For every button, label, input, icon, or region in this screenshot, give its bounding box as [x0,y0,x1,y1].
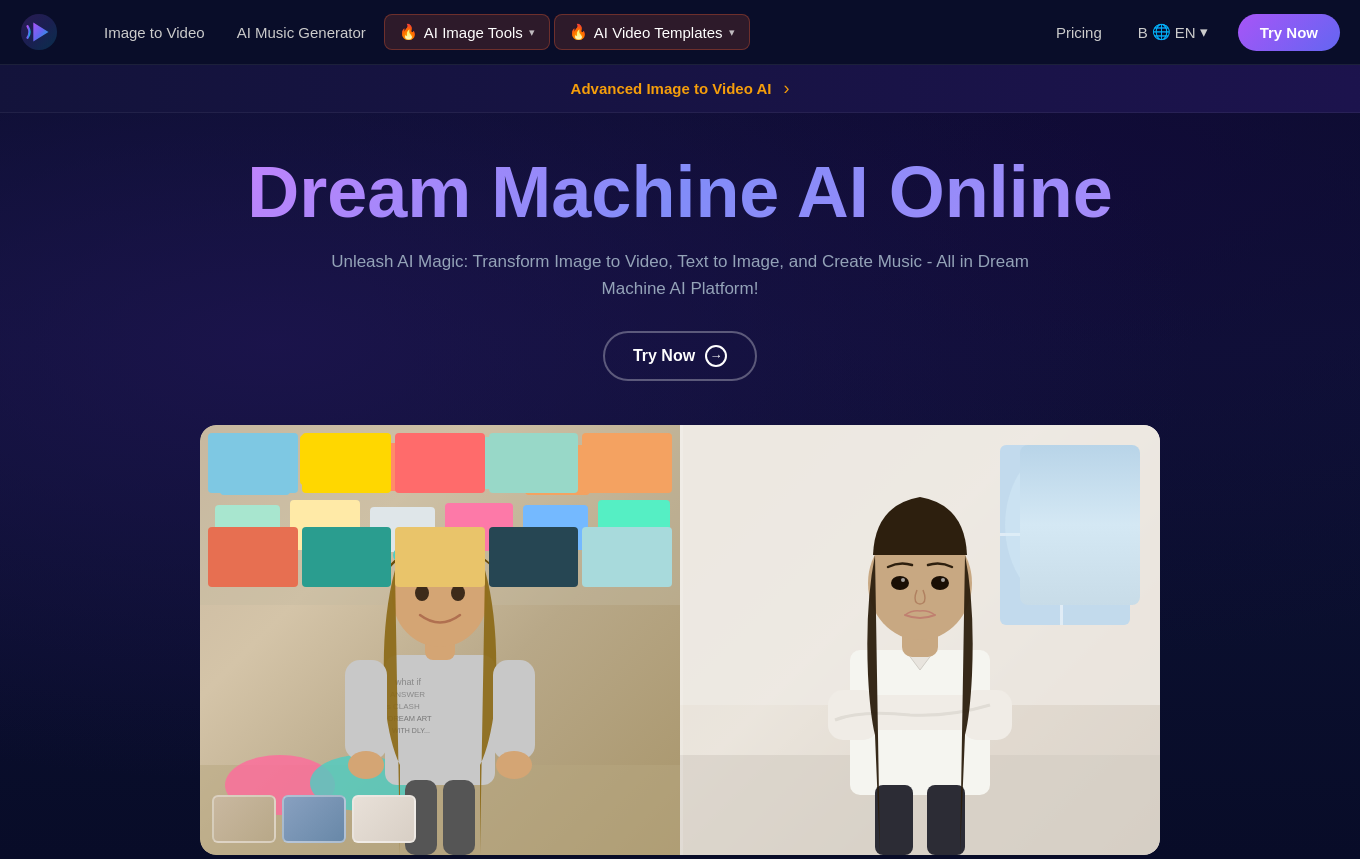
svg-text:what if: what if [394,677,422,687]
poster-2 [302,433,392,493]
poster-grid [200,425,680,625]
gallery-thumbnail-1[interactable] [212,795,276,843]
poster-3 [395,433,485,493]
hero-section: Dream Machine AI Online Unleash AI Magic… [0,0,1360,859]
poster-7 [302,527,392,587]
svg-rect-37 [443,780,475,855]
nav-ai-image-label: AI Image Tools [424,24,523,41]
svg-point-55 [901,578,905,582]
hero-cta-button[interactable]: Try Now → [603,331,757,381]
poster-10 [582,527,672,587]
svg-rect-49 [875,785,913,855]
lang-icon: 🌐 [1152,23,1171,41]
gallery-image-right [680,425,1160,855]
image-gallery: what if ANSWER is CLASH DREAM ART WITH D… [200,425,1160,855]
poster-8 [395,527,485,587]
nav-image-to-video[interactable]: Image to Video [90,16,219,49]
nav-ai-video-templates[interactable]: 🔥 AI Video Templates ▾ [554,14,750,50]
pricing-label: Pricing [1056,24,1102,41]
svg-point-56 [941,578,945,582]
svg-rect-32 [345,660,387,760]
nav-blog-lang[interactable]: B 🌐 EN ▾ [1124,15,1222,49]
poster-6 [208,527,298,587]
poster-4 [489,433,579,493]
svg-rect-33 [493,660,535,760]
svg-point-35 [496,751,532,779]
svg-point-54 [931,576,949,590]
svg-point-34 [348,751,384,779]
gallery-main: what if ANSWER is CLASH DREAM ART WITH D… [200,425,1160,855]
hero-title: Dream Machine AI Online [247,153,1113,232]
poster-9 [489,527,579,587]
nav-ai-image-tools[interactable]: 🔥 AI Image Tools ▾ [384,14,550,50]
gallery-thumbnail-3[interactable] [352,795,416,843]
cta-arrow-icon: → [705,345,727,367]
gallery-thumbnails [212,795,416,843]
try-now-button[interactable]: Try Now [1238,14,1340,51]
nav-ai-music-label: AI Music Generator [237,24,366,41]
nav-right: Pricing B 🌐 EN ▾ Try Now [1042,14,1340,51]
announcement-text: Advanced Image to Video AI [571,80,772,97]
lang-label: EN [1175,24,1196,41]
nav-pricing[interactable]: Pricing [1042,16,1116,49]
announcement-arrow-icon: › [783,78,789,99]
hero-cta-label: Try Now [633,347,695,365]
gallery-image-left: what if ANSWER is CLASH DREAM ART WITH D… [200,425,680,855]
nav-links: Image to Video AI Music Generator 🔥 AI I… [90,14,1042,50]
try-now-label: Try Now [1260,24,1318,41]
logo[interactable] [20,13,58,51]
gallery-thumbnail-2[interactable] [282,795,346,843]
svg-rect-50 [927,785,965,855]
blog-label: B [1138,24,1148,41]
nav-ai-video-label: AI Video Templates [594,24,723,41]
poster-1 [208,433,298,493]
hero-subtitle: Unleash AI Magic: Transform Image to Vid… [320,248,1040,302]
chevron-down-icon: ▾ [529,26,535,39]
window-background [1020,445,1140,605]
hero-title-section: Dream Machine AI Online Unleash AI Magic… [227,113,1133,401]
nav-ai-image-emoji: 🔥 [399,23,418,41]
nav-image-to-video-label: Image to Video [104,24,205,41]
poster-5 [582,433,672,493]
announcement-bar[interactable]: Advanced Image to Video AI › [0,65,1360,113]
navbar: Image to Video AI Music Generator 🔥 AI I… [0,0,1360,65]
lang-chevron-icon: ▾ [1200,23,1208,41]
svg-point-53 [891,576,909,590]
chevron-down-icon-2: ▾ [729,26,735,39]
gallery-divider [680,425,683,855]
nav-ai-music-generator[interactable]: AI Music Generator [223,16,380,49]
nav-ai-video-emoji: 🔥 [569,23,588,41]
